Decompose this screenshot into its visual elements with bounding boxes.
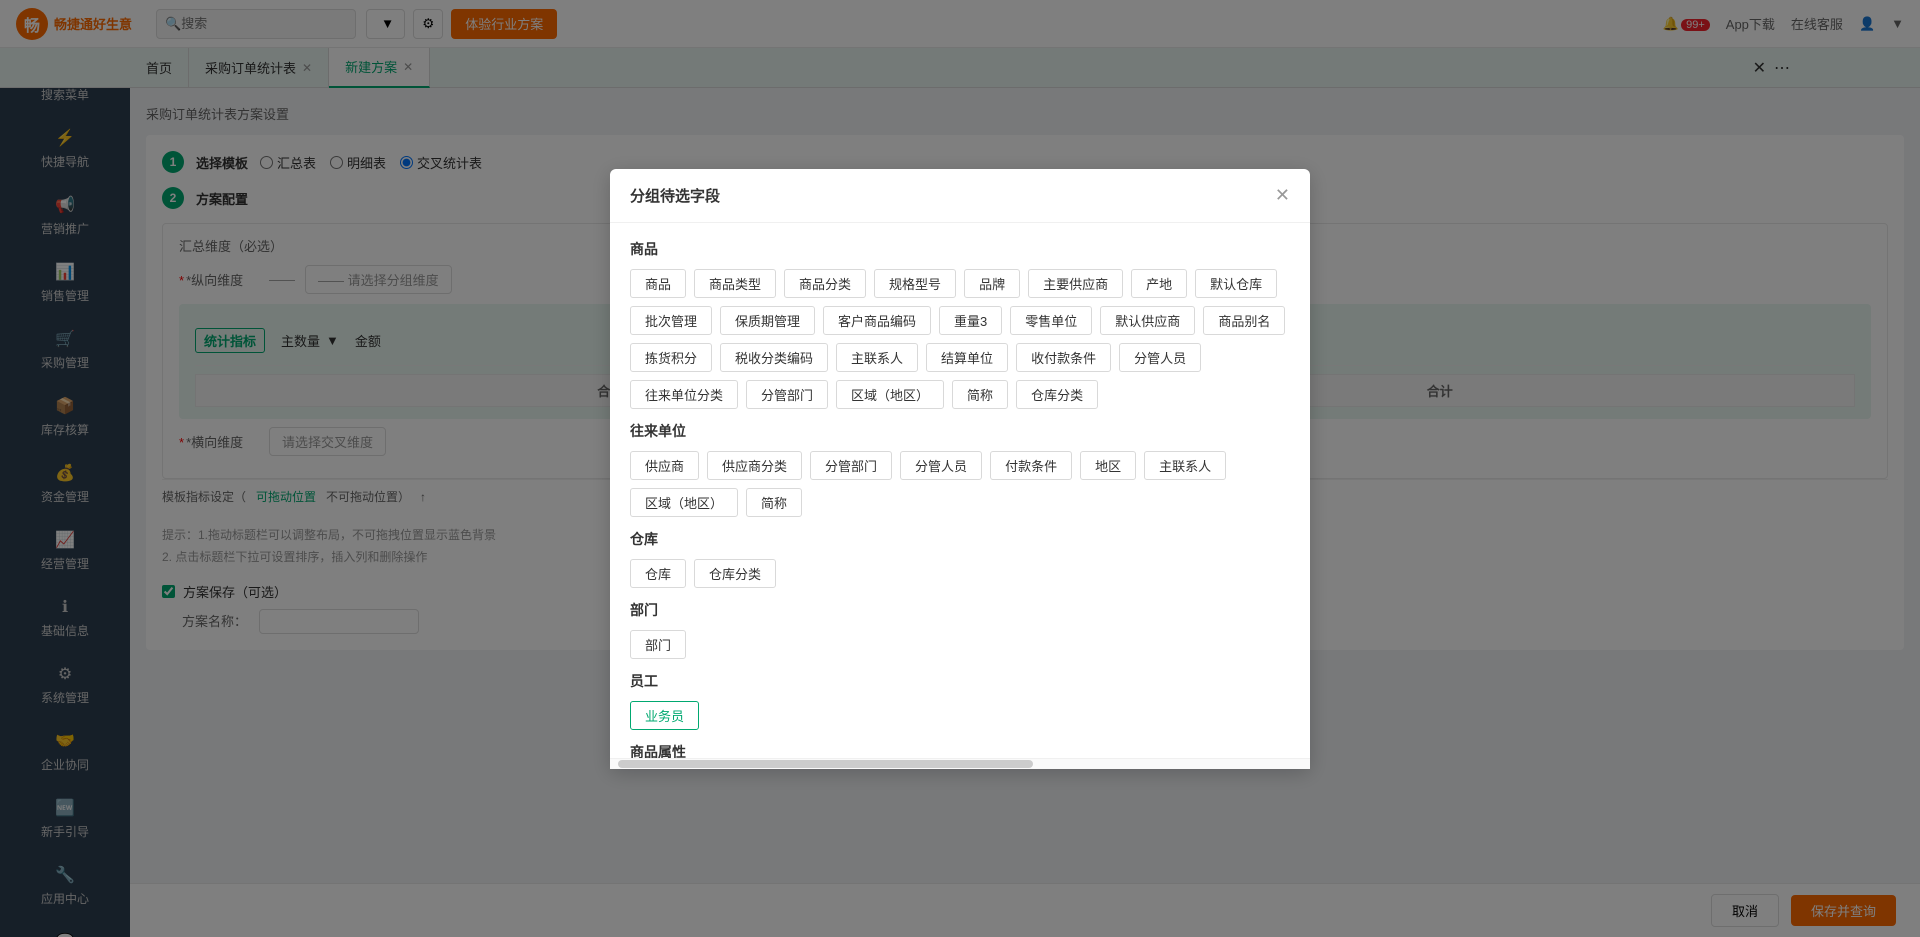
- group-title-2: 仓库: [630, 529, 1290, 549]
- field-select-modal: 分组待选字段 ✕ 商品商品商品类型商品分类规格型号品牌主要供应商产地默认仓库批次…: [610, 169, 1310, 769]
- field-tag-1-5[interactable]: 地区: [1080, 451, 1136, 480]
- field-tag-0-18[interactable]: 结算单位: [926, 343, 1008, 372]
- field-tag-2-1[interactable]: 仓库分类: [694, 559, 776, 588]
- group-title-5: 商品属性: [630, 742, 1290, 759]
- hscroll-thumb[interactable]: [618, 760, 1033, 768]
- group-tags-4: 业务员: [630, 701, 1290, 730]
- field-tag-0-3[interactable]: 规格型号: [874, 269, 956, 298]
- group-tags-0: 商品商品类型商品分类规格型号品牌主要供应商产地默认仓库批次管理保质期管理客户商品…: [630, 269, 1290, 409]
- field-tag-0-5[interactable]: 主要供应商: [1028, 269, 1123, 298]
- field-tag-0-9[interactable]: 保质期管理: [720, 306, 815, 335]
- group-title-0: 商品: [630, 239, 1290, 259]
- field-tag-0-15[interactable]: 拣货积分: [630, 343, 712, 372]
- field-tag-0-2[interactable]: 商品分类: [784, 269, 866, 298]
- field-tag-0-8[interactable]: 批次管理: [630, 306, 712, 335]
- field-tag-0-0[interactable]: 商品: [630, 269, 686, 298]
- field-tag-1-4[interactable]: 付款条件: [990, 451, 1072, 480]
- field-tag-0-1[interactable]: 商品类型: [694, 269, 776, 298]
- field-tag-0-4[interactable]: 品牌: [964, 269, 1020, 298]
- field-tag-0-10[interactable]: 客户商品编码: [823, 306, 931, 335]
- group-tags-2: 仓库仓库分类: [630, 559, 1290, 588]
- modal-title: 分组待选字段: [630, 185, 720, 206]
- field-tag-0-22[interactable]: 分管部门: [746, 380, 828, 409]
- field-tag-1-8[interactable]: 简称: [746, 488, 802, 517]
- field-tag-1-7[interactable]: 区域（地区）: [630, 488, 738, 517]
- field-tag-1-0[interactable]: 供应商: [630, 451, 699, 480]
- group-title-1: 往来单位: [630, 421, 1290, 441]
- field-tag-1-6[interactable]: 主联系人: [1144, 451, 1226, 480]
- field-tag-1-3[interactable]: 分管人员: [900, 451, 982, 480]
- field-tag-0-16[interactable]: 税收分类编码: [720, 343, 828, 372]
- modal-body: 商品商品商品类型商品分类规格型号品牌主要供应商产地默认仓库批次管理保质期管理客户…: [610, 223, 1310, 759]
- field-tag-0-7[interactable]: 默认仓库: [1195, 269, 1277, 298]
- group-tags-1: 供应商供应商分类分管部门分管人员付款条件地区主联系人区域（地区） 简称: [630, 451, 1290, 517]
- field-tag-0-20[interactable]: 分管人员: [1119, 343, 1201, 372]
- modal-horizontal-scrollbar[interactable]: [610, 758, 1310, 768]
- field-tag-1-1[interactable]: 供应商分类: [707, 451, 802, 480]
- field-tag-0-21[interactable]: 往来单位分类: [630, 380, 738, 409]
- field-tag-0-19[interactable]: 收付款条件: [1016, 343, 1111, 372]
- field-tag-0-17[interactable]: 主联系人: [836, 343, 918, 372]
- field-tag-0-11[interactable]: 重量3: [939, 306, 1002, 335]
- modal-overlay[interactable]: 分组待选字段 ✕ 商品商品商品类型商品分类规格型号品牌主要供应商产地默认仓库批次…: [0, 0, 1920, 937]
- field-tag-3-0[interactable]: 部门: [630, 630, 686, 659]
- field-tag-0-25[interactable]: 仓库分类: [1016, 380, 1098, 409]
- field-tag-0-14[interactable]: 商品别名: [1203, 306, 1285, 335]
- modal-close-button[interactable]: ✕: [1275, 185, 1290, 206]
- field-tag-0-12[interactable]: 零售单位: [1010, 306, 1092, 335]
- field-tag-0-6[interactable]: 产地: [1131, 269, 1187, 298]
- field-tag-1-2[interactable]: 分管部门: [810, 451, 892, 480]
- modal-header: 分组待选字段 ✕: [610, 169, 1310, 223]
- field-tag-2-0[interactable]: 仓库: [630, 559, 686, 588]
- field-tag-0-23[interactable]: 区域（地区）: [836, 380, 944, 409]
- group-title-4: 员工: [630, 671, 1290, 691]
- group-title-3: 部门: [630, 600, 1290, 620]
- field-tag-0-13[interactable]: 默认供应商: [1100, 306, 1195, 335]
- group-tags-3: 部门: [630, 630, 1290, 659]
- field-tag-4-0[interactable]: 业务员: [630, 701, 699, 730]
- field-tag-0-24[interactable]: 简称: [952, 380, 1008, 409]
